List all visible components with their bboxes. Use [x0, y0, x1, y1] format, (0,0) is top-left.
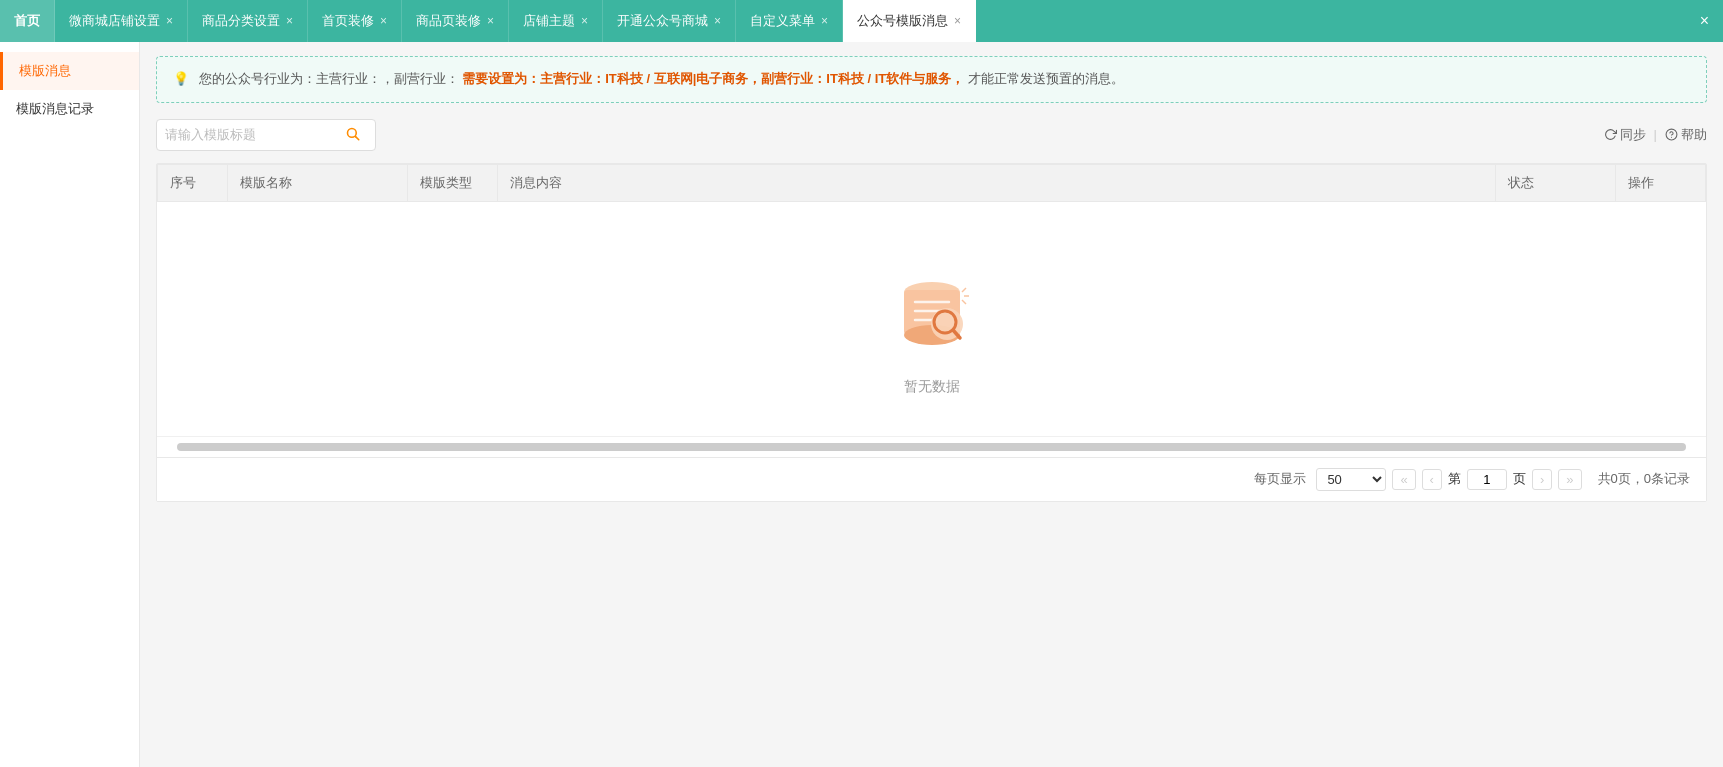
close-tab-custom-menu[interactable]: × — [821, 14, 828, 28]
first-page-button[interactable]: « — [1392, 469, 1415, 490]
page-size-select[interactable]: 10 20 50 100 — [1316, 468, 1386, 491]
sidebar-item-template-msg[interactable]: 模版消息 — [0, 52, 139, 90]
empty-row: 暂无数据 — [158, 201, 1706, 436]
close-tab-shop-theme[interactable]: × — [581, 14, 588, 28]
empty-state: 暂无数据 — [158, 202, 1706, 436]
empty-illustration — [882, 262, 982, 362]
col-header-status: 状态 — [1496, 164, 1616, 201]
svg-line-15 — [962, 300, 966, 304]
close-tab-wshop-setting[interactable]: × — [166, 14, 173, 28]
horizontal-scrollbar[interactable] — [157, 436, 1706, 457]
page-size-label: 每页显示 — [1254, 470, 1306, 488]
page-label: 第 — [1448, 470, 1461, 488]
sidebar-item-template-record[interactable]: 模版消息记录 — [0, 90, 139, 128]
search-button[interactable] — [345, 126, 360, 144]
table-header-row: 序号 模版名称 模版类型 消息内容 状态 — [158, 164, 1706, 201]
close-tab-product-decor[interactable]: × — [487, 14, 494, 28]
nav-tab-shop-theme[interactable]: 店铺主题 × — [509, 0, 603, 42]
notice-box: 💡 您的公众号行业为：主营行业：，副营行业： 需要设置为：主营行业：IT科技 /… — [156, 56, 1707, 103]
search-bar: 同步 | 帮助 — [156, 119, 1707, 151]
col-header-action: 操作 — [1616, 164, 1706, 201]
top-nav: 首页 微商城店铺设置 × 商品分类设置 × 首页装修 × 商品页装修 × 店铺主… — [0, 0, 1723, 42]
close-tab-home-decor[interactable]: × — [380, 14, 387, 28]
col-header-content: 消息内容 — [498, 164, 1496, 201]
scrollbar-thumb[interactable] — [177, 443, 1686, 451]
close-all-button[interactable]: × — [1686, 12, 1723, 30]
nav-tab-category-setting[interactable]: 商品分类设置 × — [188, 0, 308, 42]
notice-icon: 💡 — [173, 71, 189, 86]
help-button[interactable]: 帮助 — [1665, 126, 1707, 144]
svg-line-13 — [962, 288, 966, 292]
total-info: 共0页，0条记录 — [1598, 470, 1690, 488]
col-header-name: 模版名称 — [228, 164, 408, 201]
col-header-seq: 序号 — [158, 164, 228, 201]
nav-tab-home[interactable]: 首页 — [0, 0, 55, 42]
close-tab-category-setting[interactable]: × — [286, 14, 293, 28]
nav-tab-product-decor[interactable]: 商品页装修 × — [402, 0, 509, 42]
toolbar-right: 同步 | 帮助 — [1604, 126, 1707, 144]
nav-tab-custom-menu[interactable]: 自定义菜单 × — [736, 0, 843, 42]
nav-tab-template-msg[interactable]: 公众号模版消息 × — [843, 0, 976, 42]
sync-button[interactable]: 同步 — [1604, 126, 1646, 144]
svg-line-1 — [356, 136, 359, 139]
prev-page-button[interactable]: ‹ — [1422, 469, 1442, 490]
close-tab-open-mall[interactable]: × — [714, 14, 721, 28]
page-input[interactable] — [1467, 469, 1507, 490]
last-page-button[interactable]: » — [1558, 469, 1581, 490]
next-page-button[interactable]: › — [1532, 469, 1552, 490]
table-container: 序号 模版名称 模版类型 消息内容 状态 — [156, 163, 1707, 502]
col-header-type: 模版类型 — [408, 164, 498, 201]
nav-tab-wshop-setting[interactable]: 微商城店铺设置 × — [55, 0, 188, 42]
search-input[interactable] — [165, 127, 345, 142]
page-unit: 页 — [1513, 470, 1526, 488]
pagination: 每页显示 10 20 50 100 « ‹ 第 页 › — [157, 457, 1706, 501]
toolbar-divider: | — [1654, 127, 1657, 142]
search-input-wrap — [156, 119, 376, 151]
sidebar: 模版消息 模版消息记录 — [0, 42, 140, 767]
close-tab-template-msg[interactable]: × — [954, 14, 961, 28]
svg-point-0 — [348, 128, 357, 137]
empty-text: 暂无数据 — [158, 378, 1706, 396]
content-area: 💡 您的公众号行业为：主营行业：，副营行业： 需要设置为：主营行业：IT科技 /… — [140, 42, 1723, 767]
nav-tab-open-mall[interactable]: 开通公众号商城 × — [603, 0, 736, 42]
main-layout: 模版消息 模版消息记录 💡 您的公众号行业为：主营行业：，副营行业： 需要设置为… — [0, 42, 1723, 767]
nav-tab-home-decor[interactable]: 首页装修 × — [308, 0, 402, 42]
data-table: 序号 模版名称 模版类型 消息内容 状态 — [157, 164, 1706, 436]
